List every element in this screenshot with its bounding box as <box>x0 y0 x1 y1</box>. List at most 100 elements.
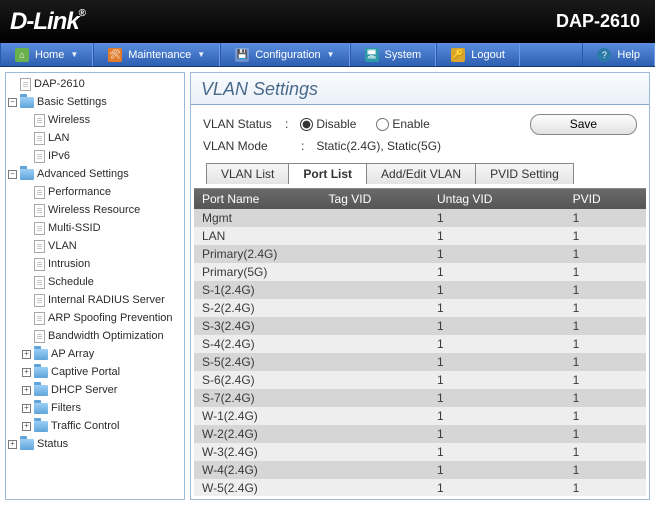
table-row: W-5(2.4G)11 <box>194 479 646 496</box>
cell-untag-vid: 1 <box>429 353 565 371</box>
cell-port-name: S-1(2.4G) <box>194 281 321 299</box>
cell-port-name: Mgmt <box>194 209 321 227</box>
chevron-down-icon: ▼ <box>70 50 78 59</box>
nav-help[interactable]: ? Help <box>582 43 655 66</box>
tab-pvid-setting[interactable]: PVID Setting <box>475 163 574 184</box>
sidebar-item-performance[interactable]: Performance <box>8 183 182 201</box>
page-icon <box>34 114 45 127</box>
sidebar-item-lan[interactable]: LAN <box>8 129 182 147</box>
nav-logout-label: Logout <box>471 49 505 61</box>
col-untag-vid: Untag VID <box>429 189 565 209</box>
expand-icon[interactable]: + <box>22 368 31 377</box>
chevron-down-icon: ▼ <box>197 50 205 59</box>
table-row: W-4(2.4G)11 <box>194 461 646 479</box>
radio-enable[interactable] <box>376 118 389 131</box>
tree-basic-settings[interactable]: − Basic Settings <box>8 93 182 111</box>
sidebar-folder-ap-array[interactable]: +AP Array <box>8 345 182 363</box>
sidebar-folder-dhcp[interactable]: +DHCP Server <box>8 381 182 399</box>
expand-icon[interactable]: + <box>22 386 31 395</box>
port-list-table-wrap[interactable]: Port Name Tag VID Untag VID PVID Mgmt11L… <box>194 188 646 496</box>
sidebar-item-arp[interactable]: ARP Spoofing Prevention <box>8 309 182 327</box>
tab-port-list[interactable]: Port List <box>288 163 367 184</box>
sidebar-item-bandwidth[interactable]: Bandwidth Optimization <box>8 327 182 345</box>
nav-home-label: Home <box>35 49 64 61</box>
chevron-down-icon: ▼ <box>327 50 335 59</box>
cell-tag-vid <box>321 425 429 443</box>
save-button[interactable]: Save <box>530 114 637 135</box>
cell-pvid: 1 <box>565 245 646 263</box>
vlan-status-disable[interactable]: Disable <box>300 117 356 131</box>
vlan-mode-label: VLAN Mode <box>203 139 293 153</box>
expand-icon[interactable]: + <box>22 350 31 359</box>
radio-enable-label: Enable <box>392 117 429 131</box>
sidebar-item-ipv6[interactable]: IPv6 <box>8 147 182 165</box>
tree-advanced-label: Advanced Settings <box>37 166 129 182</box>
page-icon <box>34 204 45 217</box>
save-icon: 💾 <box>235 48 249 62</box>
top-nav: ⌂ Home ▼ 🛠 Maintenance ▼ 💾 Configuration… <box>0 43 655 67</box>
sidebar-item-multi-ssid[interactable]: Multi-SSID <box>8 219 182 237</box>
page-icon <box>34 294 45 307</box>
sidebar-folder-traffic[interactable]: +Traffic Control <box>8 417 182 435</box>
cell-port-name: W-5(2.4G) <box>194 479 321 496</box>
cell-tag-vid <box>321 353 429 371</box>
table-row: W-1(2.4G)11 <box>194 407 646 425</box>
cell-tag-vid <box>321 407 429 425</box>
nav-home[interactable]: ⌂ Home ▼ <box>0 43 93 66</box>
cell-untag-vid: 1 <box>429 389 565 407</box>
sidebar-item-vlan[interactable]: VLAN <box>8 237 182 255</box>
tree-advanced-settings[interactable]: − Advanced Settings <box>8 165 182 183</box>
table-row: W-2(2.4G)11 <box>194 425 646 443</box>
nav-logout[interactable]: 🔑 Logout <box>436 43 520 66</box>
collapse-icon[interactable]: − <box>8 170 17 179</box>
sidebar-item-intrusion[interactable]: Intrusion <box>8 255 182 273</box>
page-icon <box>34 330 45 343</box>
table-row: S-5(2.4G)11 <box>194 353 646 371</box>
expand-icon[interactable]: + <box>22 422 31 431</box>
folder-icon <box>20 439 34 450</box>
cell-port-name: S-7(2.4G) <box>194 389 321 407</box>
cell-untag-vid: 1 <box>429 227 565 245</box>
expand-icon[interactable]: + <box>22 404 31 413</box>
nav-configuration[interactable]: 💾 Configuration ▼ <box>220 43 349 66</box>
cell-pvid: 1 <box>565 371 646 389</box>
cell-port-name: S-2(2.4G) <box>194 299 321 317</box>
sidebar-folder-captive-portal[interactable]: +Captive Portal <box>8 363 182 381</box>
key-icon: 🔑 <box>451 48 465 62</box>
home-icon: ⌂ <box>15 48 29 62</box>
tab-add-edit-vlan[interactable]: Add/Edit VLAN <box>366 163 476 184</box>
cell-tag-vid <box>321 317 429 335</box>
sidebar-item-wireless[interactable]: Wireless <box>8 111 182 129</box>
tree-basic-label: Basic Settings <box>37 94 107 110</box>
radio-disable[interactable] <box>300 118 313 131</box>
cell-untag-vid: 1 <box>429 407 565 425</box>
cell-tag-vid <box>321 299 429 317</box>
table-row: S-4(2.4G)11 <box>194 335 646 353</box>
tree-root[interactable]: DAP-2610 <box>8 75 182 93</box>
collapse-icon[interactable]: − <box>8 98 17 107</box>
nav-maintenance[interactable]: 🛠 Maintenance ▼ <box>93 43 220 66</box>
brand-logo: D-Link® <box>10 8 85 36</box>
cell-pvid: 1 <box>565 389 646 407</box>
cell-untag-vid: 1 <box>429 299 565 317</box>
sidebar-folder-filters[interactable]: +Filters <box>8 399 182 417</box>
expand-icon[interactable]: + <box>8 440 17 449</box>
nav-system[interactable]: 🖥 System <box>350 43 437 66</box>
page-icon <box>34 150 45 163</box>
sidebar-item-schedule[interactable]: Schedule <box>8 273 182 291</box>
cell-port-name: S-6(2.4G) <box>194 371 321 389</box>
page-icon <box>34 258 45 271</box>
model-label: DAP-2610 <box>556 11 640 32</box>
vlan-status-enable[interactable]: Enable <box>376 117 429 131</box>
sidebar-item-radius[interactable]: Internal RADIUS Server <box>8 291 182 309</box>
cell-port-name: Primary(2.4G) <box>194 245 321 263</box>
col-port-name: Port Name <box>194 189 321 209</box>
sidebar-item-wireless-resource[interactable]: Wireless Resource <box>8 201 182 219</box>
cell-pvid: 1 <box>565 479 646 496</box>
cell-pvid: 1 <box>565 299 646 317</box>
tab-vlan-list[interactable]: VLAN List <box>206 163 289 184</box>
folder-icon <box>34 367 48 378</box>
page-icon <box>34 312 45 325</box>
tree-status[interactable]: + Status <box>8 435 182 453</box>
folder-icon <box>20 169 34 180</box>
